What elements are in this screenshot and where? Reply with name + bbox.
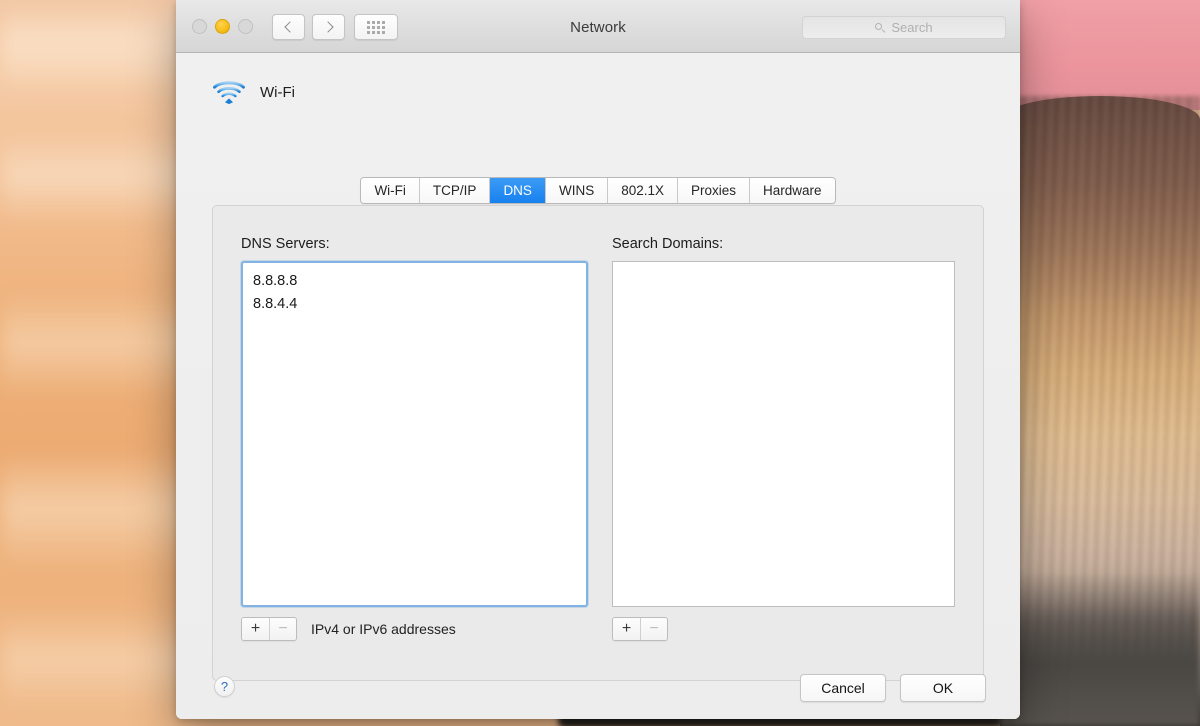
wifi-icon: [212, 79, 246, 105]
remove-dns-server-button[interactable]: −: [269, 618, 296, 640]
search-domains-list[interactable]: [612, 261, 955, 607]
dns-columns: DNS Servers: 8.8.8.8 8.8.4.4 + − IPv4 or…: [241, 236, 955, 641]
cancel-button[interactable]: Cancel: [800, 674, 886, 702]
sheet-action-buttons: Cancel OK: [800, 674, 986, 702]
list-item[interactable]: 8.8.4.4: [253, 293, 576, 316]
tab-8021x[interactable]: 802.1X: [608, 178, 678, 203]
ok-button[interactable]: OK: [900, 674, 986, 702]
search-domains-controls: + −: [612, 617, 955, 641]
list-item[interactable]: 8.8.8.8: [253, 270, 576, 293]
add-search-domain-button[interactable]: +: [613, 618, 640, 640]
tab-strip: Wi-Fi TCP/IP DNS WINS 802.1X Proxies Har…: [360, 177, 836, 204]
service-header: Wi-Fi: [212, 79, 295, 105]
tab-proxies[interactable]: Proxies: [678, 178, 751, 203]
search-field[interactable]: Search: [802, 16, 1006, 39]
search-domains-add-remove: + −: [612, 617, 668, 641]
search-placeholder: Search: [891, 20, 933, 35]
search-domains-column: Search Domains: + −: [612, 236, 955, 641]
dns-servers-column: DNS Servers: 8.8.8.8 8.8.4.4 + − IPv4 or…: [241, 236, 588, 641]
tab-bar: Wi-Fi TCP/IP DNS WINS 802.1X Proxies Har…: [176, 177, 1020, 204]
tab-dns[interactable]: DNS: [490, 178, 546, 203]
search-domains-label: Search Domains:: [612, 236, 724, 252]
dns-settings-sheet: Wi-Fi Wi-Fi TCP/IP DNS WINS 802.1X Proxi…: [176, 53, 1020, 719]
wallpaper-pink-sky: [1000, 0, 1200, 110]
tab-wifi[interactable]: Wi-Fi: [361, 178, 420, 203]
wallpaper-trees: [1000, 571, 1200, 726]
dns-servers-list[interactable]: 8.8.8.8 8.8.4.4: [241, 261, 588, 607]
dns-servers-hint: IPv4 or IPv6 addresses: [311, 621, 456, 637]
service-name: Wi-Fi: [260, 83, 295, 101]
search-icon: [875, 22, 885, 33]
dns-servers-label: DNS Servers:: [241, 236, 330, 252]
dns-panel: DNS Servers: 8.8.8.8 8.8.4.4 + − IPv4 or…: [212, 205, 984, 681]
tab-hardware[interactable]: Hardware: [750, 178, 835, 203]
tab-wins[interactable]: WINS: [545, 178, 609, 203]
dns-servers-controls: + − IPv4 or IPv6 addresses: [241, 617, 588, 641]
add-dns-server-button[interactable]: +: [242, 618, 269, 640]
screen: Network Search Wi-Fi Wi-Fi TCP/IP DNS WI…: [0, 0, 1200, 726]
tab-tcpip[interactable]: TCP/IP: [419, 178, 491, 203]
window-titlebar: Network Search: [176, 0, 1020, 53]
remove-search-domain-button[interactable]: −: [640, 618, 667, 640]
network-preferences-window: Network Search Wi-Fi Wi-Fi TCP/IP DNS WI…: [176, 0, 1020, 719]
dns-servers-add-remove: + −: [241, 617, 297, 641]
help-button[interactable]: ?: [214, 676, 235, 697]
